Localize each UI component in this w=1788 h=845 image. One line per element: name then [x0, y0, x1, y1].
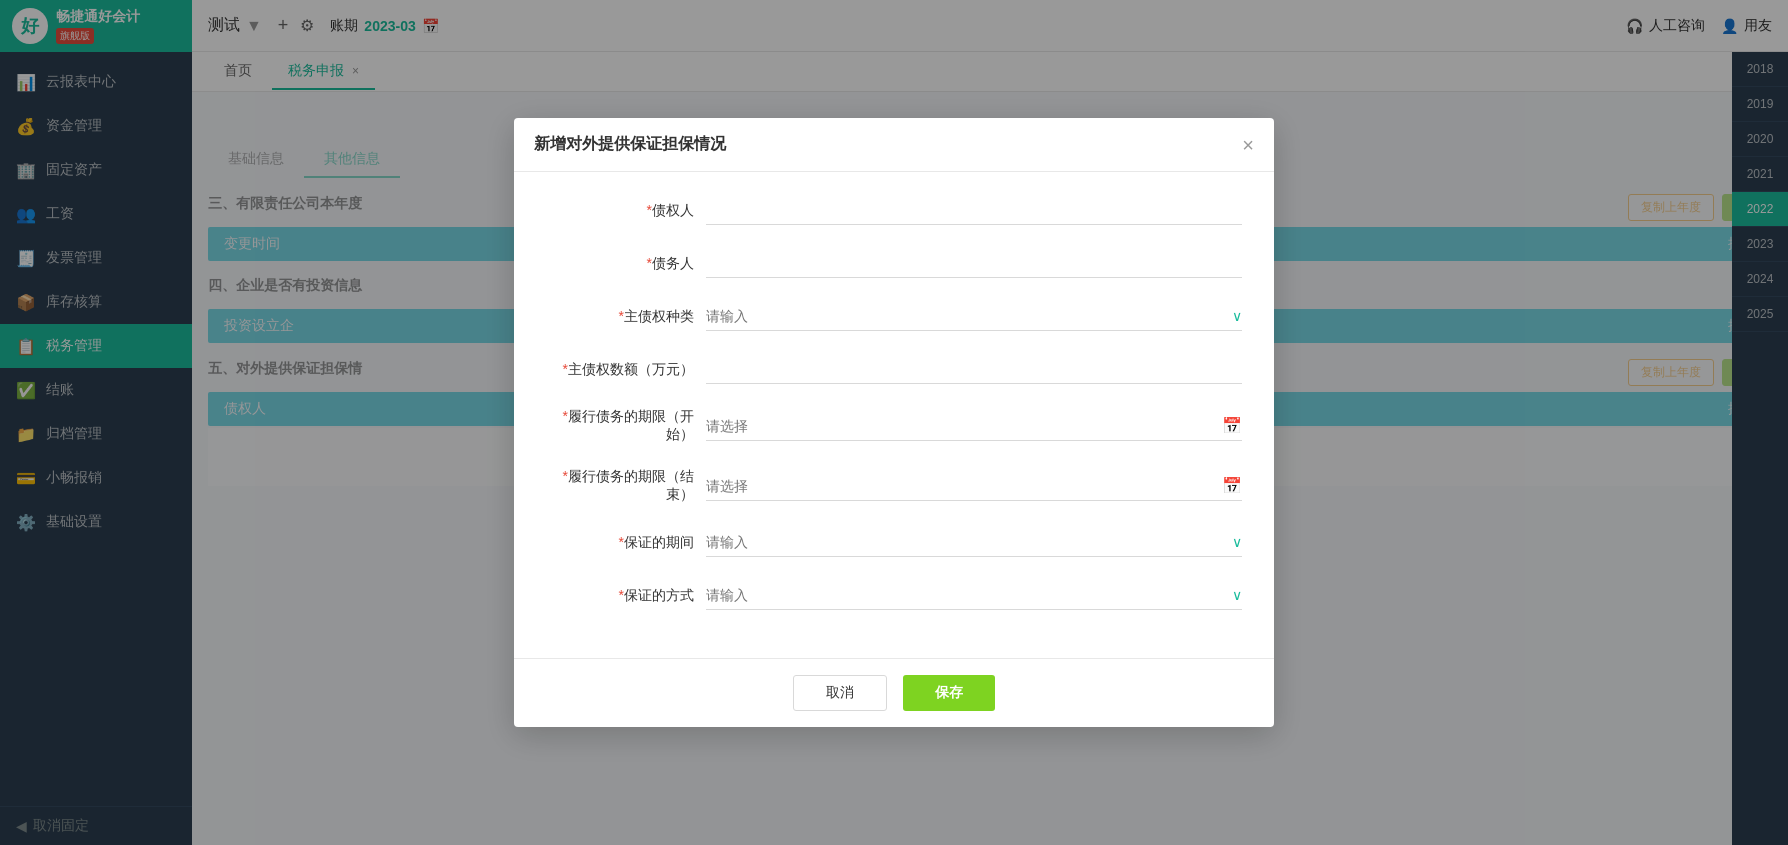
form-row-claim-amount: *主债权数额（万元）	[546, 355, 1242, 384]
modal-overlay: 新增对外提供保证担保情况 × *债权人 *债务人 *主债权种类 ∨ *主债权数额（万…	[0, 0, 1788, 845]
cancel-btn[interactable]: 取消	[793, 675, 887, 711]
form-row-debtor: *债务人	[546, 249, 1242, 278]
date-wrapper-period-start: 📅	[706, 412, 1242, 441]
select-input-guarantee-period[interactable]	[706, 528, 1232, 556]
modal-footer: 取消 保存	[514, 658, 1274, 727]
form-row-period-end: *履行债务的期限（结束） 📅	[546, 468, 1242, 504]
form-row-guarantee-method: *保证的方式 ∨	[546, 581, 1242, 610]
form-row-creditor: *债权人	[546, 196, 1242, 225]
form-row-claim-type: *主债权种类 ∨	[546, 302, 1242, 331]
date-icon-period-start[interactable]: 📅	[1222, 416, 1242, 435]
form-label-creditor: *债权人	[546, 202, 706, 220]
date-input-period-end[interactable]	[706, 472, 1222, 500]
form-label-claim-amount: *主债权数额（万元）	[546, 361, 706, 379]
modal-body: *债权人 *债务人 *主债权种类 ∨ *主债权数额（万元） *履行债务的期限（开始） …	[514, 172, 1274, 658]
modal-close-btn[interactable]: ×	[1242, 135, 1254, 155]
select-wrapper-claim-type: ∨	[706, 302, 1242, 331]
form-label-claim-type: *主债权种类	[546, 308, 706, 326]
date-wrapper-period-end: 📅	[706, 472, 1242, 501]
select-input-claim-type[interactable]	[706, 302, 1232, 330]
select-arrow-guarantee-period[interactable]: ∨	[1232, 534, 1242, 550]
modal-header: 新增对外提供保证担保情况 ×	[514, 118, 1274, 172]
form-label-period-start: *履行债务的期限（开始）	[546, 408, 706, 444]
form-label-debtor: *债务人	[546, 255, 706, 273]
form-row-guarantee-period: *保证的期间 ∨	[546, 528, 1242, 557]
form-row-period-start: *履行债务的期限（开始） 📅	[546, 408, 1242, 444]
select-arrow-claim-type[interactable]: ∨	[1232, 308, 1242, 324]
modal-title: 新增对外提供保证担保情况	[534, 134, 726, 155]
date-input-period-start[interactable]	[706, 412, 1222, 440]
save-btn[interactable]: 保存	[903, 675, 995, 711]
input-creditor[interactable]	[706, 196, 1242, 225]
form-label-period-end: *履行债务的期限（结束）	[546, 468, 706, 504]
input-debtor[interactable]	[706, 249, 1242, 278]
input-claim-amount[interactable]	[706, 355, 1242, 384]
date-icon-period-end[interactable]: 📅	[1222, 476, 1242, 495]
form-label-guarantee-method: *保证的方式	[546, 587, 706, 605]
form-label-guarantee-period: *保证的期间	[546, 534, 706, 552]
select-input-guarantee-method[interactable]	[706, 581, 1232, 609]
modal-dialog: 新增对外提供保证担保情况 × *债权人 *债务人 *主债权种类 ∨ *主债权数额（万…	[514, 118, 1274, 727]
select-arrow-guarantee-method[interactable]: ∨	[1232, 587, 1242, 603]
select-wrapper-guarantee-method: ∨	[706, 581, 1242, 610]
select-wrapper-guarantee-period: ∨	[706, 528, 1242, 557]
